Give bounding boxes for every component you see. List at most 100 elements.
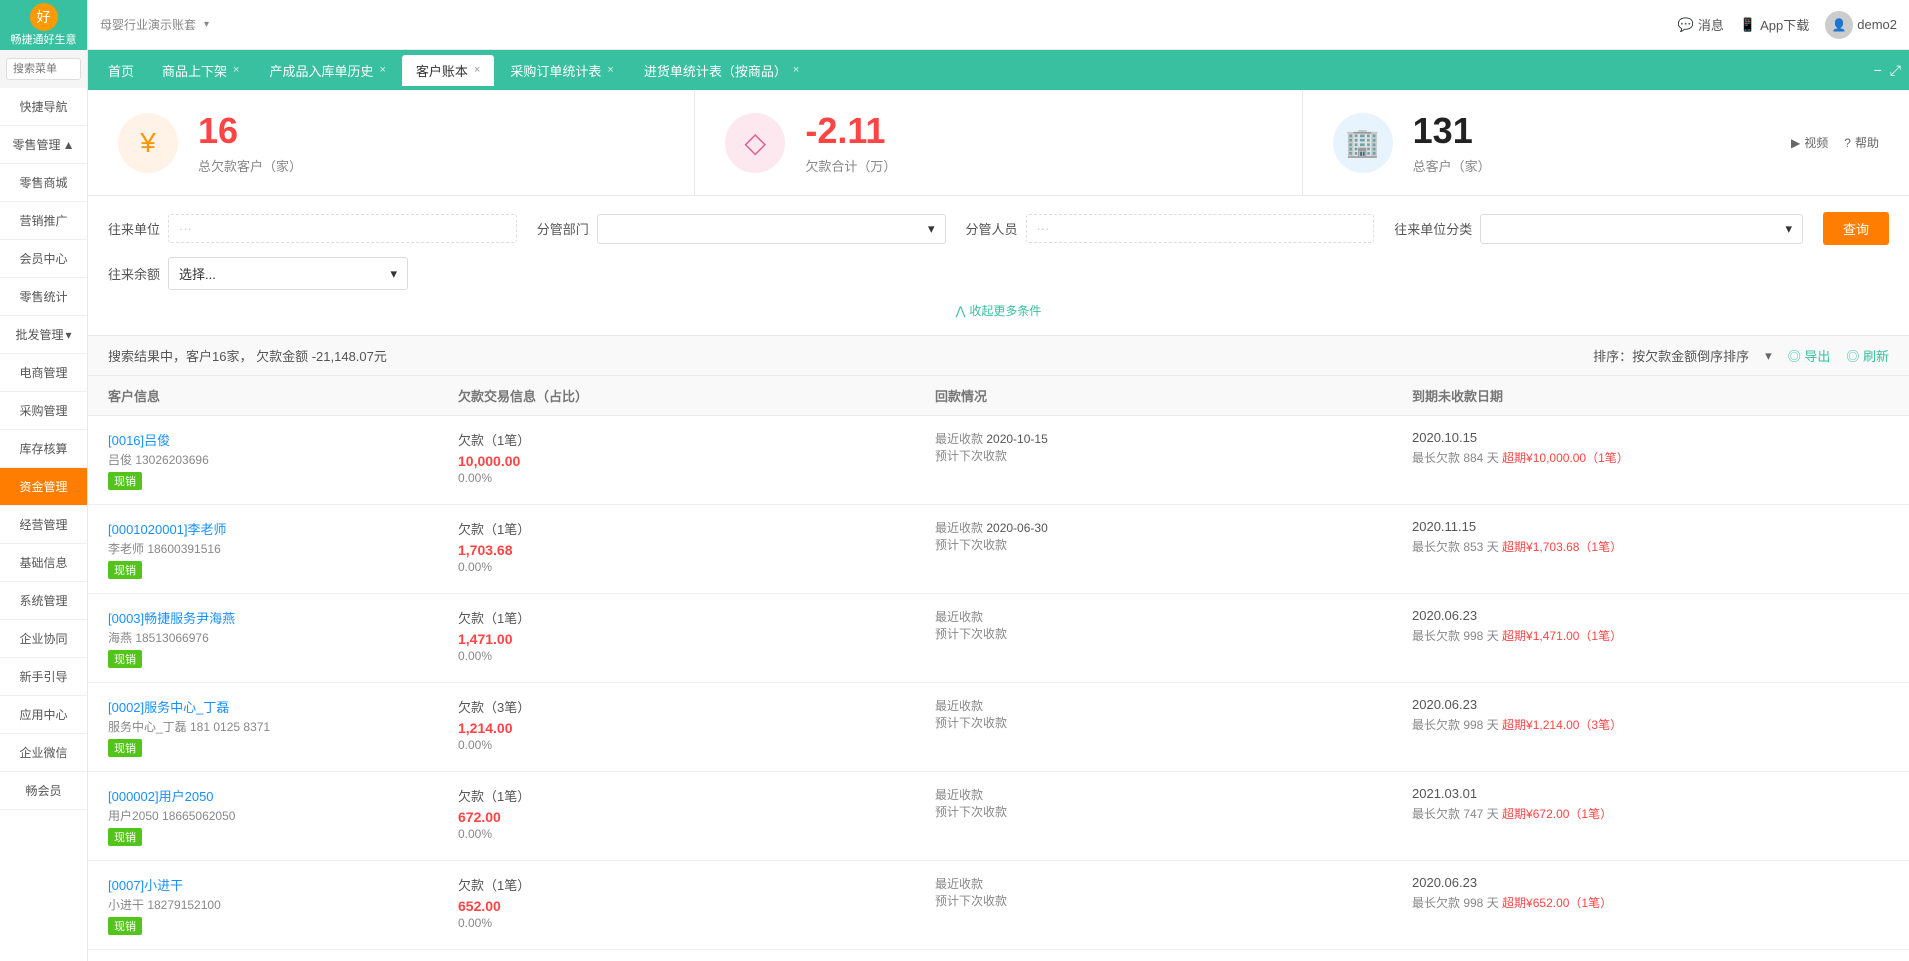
sidebar-item-wechat[interactable]: 企业微信	[0, 734, 87, 772]
overdue-link-0[interactable]: 超期¥10,000.00（1笔）	[1502, 451, 1629, 465]
sidebar-item-guide[interactable]: 新手引导	[0, 658, 87, 696]
sidebar-item-app-center[interactable]: 应用中心	[0, 696, 87, 734]
stat-card-actions: ▶ 视频 ? 帮助	[1791, 134, 1879, 151]
due-date-3: 2020.06.23 最长欠款 998 天 超期¥1,214.00（3笔）	[1412, 697, 1889, 733]
customer-name-2[interactable]: [0003]畅捷服务尹海燕	[108, 608, 458, 627]
tab-close-customer-account[interactable]: ×	[474, 64, 480, 76]
unit-category-select[interactable]: ▾	[1480, 214, 1803, 244]
stat-value-total-customers: 131	[1413, 110, 1491, 152]
sidebar-item-basic-info[interactable]: 基础信息	[0, 544, 87, 582]
content-area: ¥ 16 总欠款客户（家） ◇ -2.11 欠款合计（万） 🏢	[88, 90, 1909, 961]
overdue-link-1[interactable]: 超期¥1,703.68（1笔）	[1502, 540, 1622, 554]
debt-count-2: 欠款（1笔）	[458, 608, 935, 627]
debt-info-2: 欠款（1笔） 1,471.00 0.00%	[458, 608, 935, 663]
customer-name-5[interactable]: [0007]小进干	[108, 875, 458, 894]
debt-percent-4: 0.00%	[458, 827, 935, 841]
sidebar-item-batch-management[interactable]: 批发管理 ▾	[0, 316, 87, 354]
filter-person: 分管人员 ···	[966, 214, 1375, 243]
user-avatar[interactable]: 👤 demo2	[1825, 11, 1897, 39]
sidebar-item-marketing[interactable]: 营销推广	[0, 202, 87, 240]
debt-info-4: 欠款（1笔） 672.00 0.00%	[458, 786, 935, 841]
table-row: [0007]小进干 小进干 18279152100 现销 欠款（1笔） 652.…	[88, 861, 1909, 950]
tab-home[interactable]: 首页	[96, 55, 146, 86]
sidebar-item-ecommerce[interactable]: 电商管理	[0, 354, 87, 392]
maximize-icon[interactable]: ⤢	[1890, 62, 1901, 79]
tab-inventory-stats[interactable]: 进货单统计表（按商品） ×	[630, 55, 813, 86]
app-download-btn[interactable]: 📱 App下载	[1740, 15, 1809, 34]
refresh-btn[interactable]: ◎ 刷新	[1846, 346, 1889, 365]
results-summary: 搜索结果中，客户16家， 欠款金额 -21,148.07元	[108, 346, 387, 365]
source-unit-input[interactable]: ···	[168, 214, 517, 243]
overdue-link-2[interactable]: 超期¥1,471.00（1笔）	[1502, 629, 1622, 643]
sidebar-item-system[interactable]: 系统管理	[0, 582, 87, 620]
stat-value-owed-customers: 16	[198, 110, 302, 152]
status-badge-0: 现销	[108, 472, 142, 490]
sort-label: 排序：按欠款金额倒序排序	[1593, 346, 1749, 365]
source-unit-label: 往来单位	[108, 219, 160, 238]
export-btn[interactable]: ◎ 导出	[1788, 346, 1831, 365]
customer-name-4[interactable]: [000002]用户2050	[108, 786, 458, 805]
customer-sub-1: 李老师 18600391516	[108, 540, 458, 557]
tab-close-inventory-stats[interactable]: ×	[793, 64, 799, 76]
overdue-link-3[interactable]: 超期¥1,214.00（3笔）	[1502, 718, 1622, 732]
sidebar-item-member-vip[interactable]: 畅会员	[0, 772, 87, 810]
sidebar-logo: 好 畅捷通好生意	[0, 0, 87, 50]
view-video-btn[interactable]: ▶ 视频	[1791, 134, 1828, 151]
stat-value-owed-amount: -2.11	[805, 110, 896, 152]
overdue-link-4[interactable]: 超期¥672.00（1笔）	[1502, 807, 1612, 821]
department-select[interactable]: ▾	[597, 214, 946, 244]
message-btn[interactable]: 💬 消息	[1678, 15, 1724, 34]
sidebar-item-inventory[interactable]: 库存核算	[0, 430, 87, 468]
tab-close-purchase-order[interactable]: ×	[607, 64, 613, 76]
tab-close-product-shelf[interactable]: ×	[233, 64, 239, 76]
filter-area: 往来单位 ··· 分管部门 ▾ 分管人员	[88, 196, 1909, 336]
status-badge-3: 现销	[108, 739, 142, 757]
sidebar-item-member-center[interactable]: 会员中心	[0, 240, 87, 278]
sidebar-item-operation[interactable]: 经营管理	[0, 506, 87, 544]
col-header-recovery: 回款情况	[935, 386, 1412, 405]
sidebar-quick-nav[interactable]: 快捷导航	[0, 88, 87, 126]
debt-percent-2: 0.00%	[458, 649, 935, 663]
search-input[interactable]	[6, 58, 81, 80]
tab-purchase-order[interactable]: 采购订单统计表 ×	[496, 55, 627, 86]
help-btn[interactable]: ? 帮助	[1844, 134, 1879, 151]
recovery-info-5: 最近收款 预计下次收款	[935, 875, 1412, 909]
refresh-icon: ◎	[1846, 349, 1859, 364]
table-row: [0016]吕俊 吕俊 13026203696 现销 欠款（1笔） 10,000…	[88, 416, 1909, 505]
customer-name-1[interactable]: [0001020001]李老师	[108, 519, 458, 538]
customer-name-0[interactable]: [0016]吕俊	[108, 430, 458, 449]
customer-sub-5: 小进干 18279152100	[108, 896, 458, 913]
debt-info-3: 欠款（3笔） 1,214.00 0.00%	[458, 697, 935, 752]
stat-label-owed-customers: 总欠款客户（家）	[198, 156, 302, 175]
customer-name-3[interactable]: [0002]服务中心_丁磊	[108, 697, 458, 716]
person-input[interactable]: ···	[1026, 214, 1375, 243]
collapse-button[interactable]: ⋀ 收起更多条件	[956, 302, 1042, 319]
table-row: [0002]服务中心_丁磊 服务中心_丁磊 181 0125 8371 现销 欠…	[88, 683, 1909, 772]
minimize-icon[interactable]: −	[1874, 62, 1882, 78]
sidebar-item-enterprise[interactable]: 企业协同	[0, 620, 87, 658]
stat-card-owed-customers: ¥ 16 总欠款客户（家）	[88, 90, 695, 195]
sort-arrow-icon: ▾	[1765, 348, 1772, 364]
search-button[interactable]: 查询	[1823, 212, 1889, 245]
sidebar-item-retail-mall[interactable]: 零售商城	[0, 164, 87, 202]
sidebar-item-purchase[interactable]: 采购管理	[0, 392, 87, 430]
customer-info-0: [0016]吕俊 吕俊 13026203696 现销	[108, 430, 458, 490]
debt-count-5: 欠款（1笔）	[458, 875, 935, 894]
balance-select[interactable]: 选择... ▾	[168, 257, 408, 290]
tab-product-history[interactable]: 产成品入库单历史 ×	[255, 55, 399, 86]
tab-product-shelf[interactable]: 商品上下架 ×	[148, 55, 253, 86]
app-name: 畅捷通好生意	[11, 33, 77, 47]
sidebar-item-retail-management[interactable]: 零售管理 ▲	[0, 126, 87, 164]
results-bar: 搜索结果中，客户16家， 欠款金额 -21,148.07元 排序：按欠款金额倒序…	[88, 336, 1909, 376]
download-icon: 📱	[1740, 17, 1756, 33]
tab-close-product-history[interactable]: ×	[379, 64, 385, 76]
col-header-customer: 客户信息	[108, 386, 458, 405]
stat-info-total: 131 总客户（家）	[1413, 110, 1491, 175]
tab-customer-account[interactable]: 客户账本 ×	[402, 55, 494, 86]
sidebar-item-retail-stats[interactable]: 零售统计	[0, 278, 87, 316]
sidebar-item-finance[interactable]: 资金管理	[0, 468, 87, 506]
stat-label-total-customers: 总客户（家）	[1413, 156, 1491, 175]
dropdown-icon: ▾	[204, 19, 209, 30]
stat-label-owed-amount: 欠款合计（万）	[805, 156, 896, 175]
overdue-link-5[interactable]: 超期¥652.00（1笔）	[1502, 896, 1612, 910]
